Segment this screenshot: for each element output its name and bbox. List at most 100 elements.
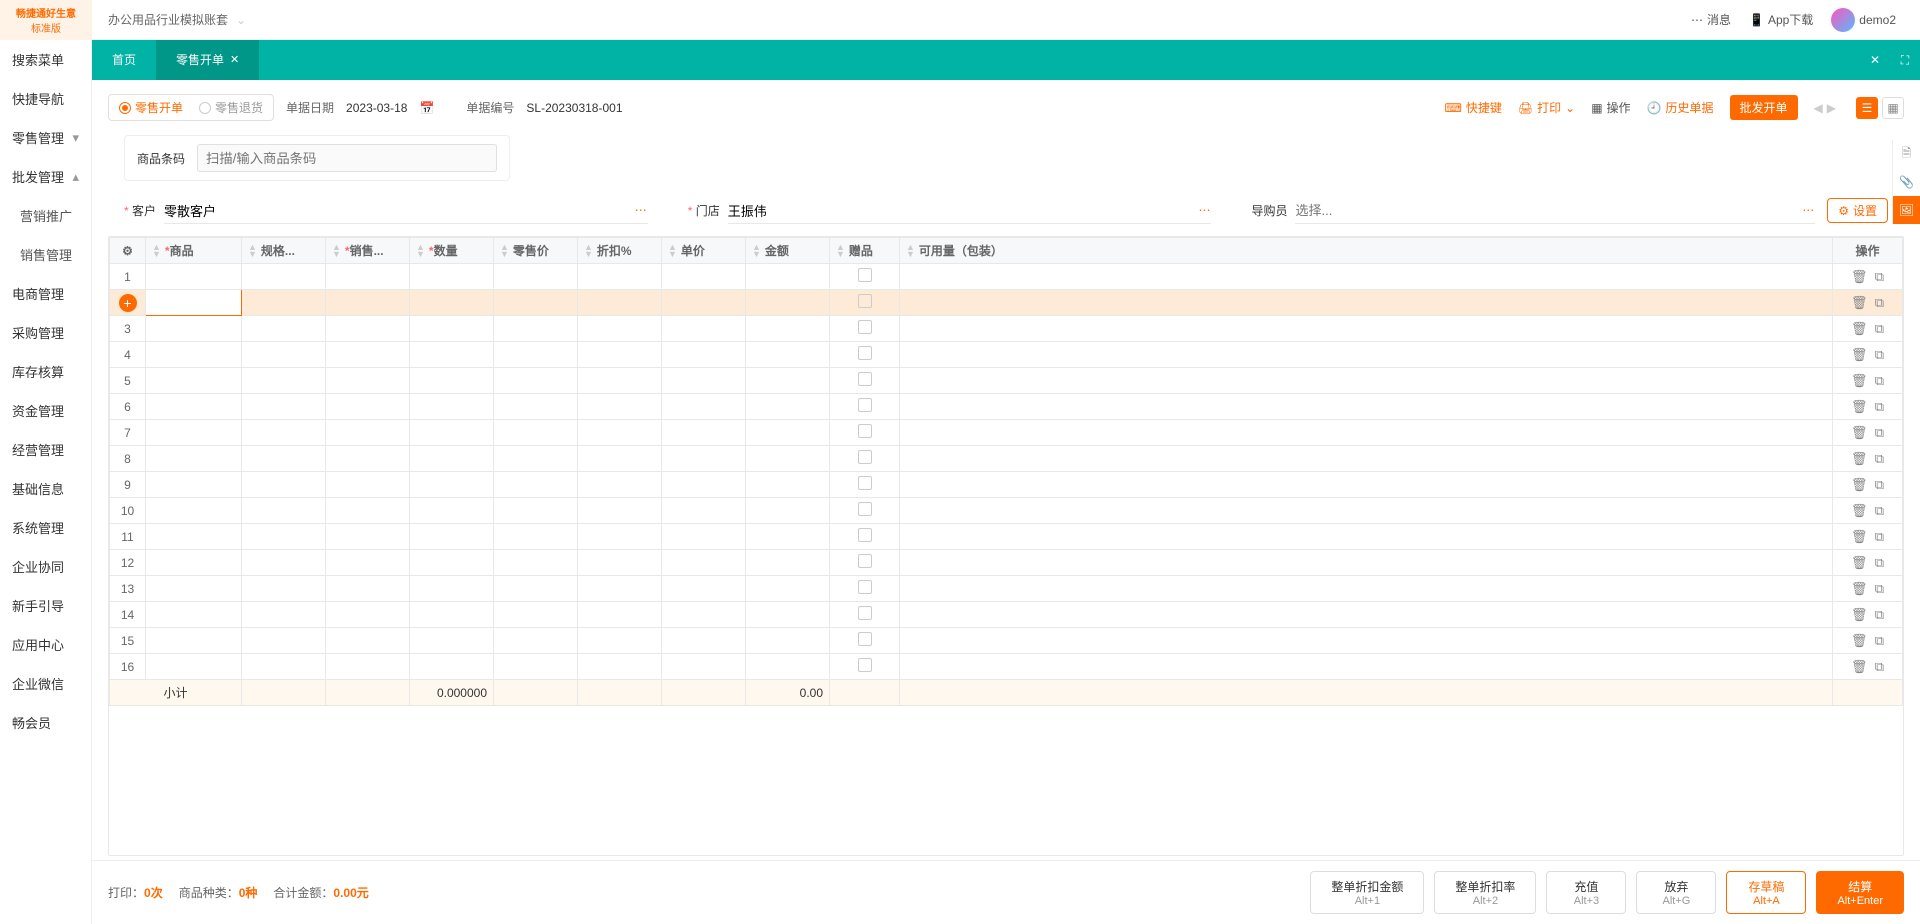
sidebar-item[interactable]: 资金管理	[0, 391, 91, 430]
gift-cell[interactable]	[830, 472, 900, 498]
product-cell[interactable]	[146, 576, 242, 602]
gift-cell[interactable]	[830, 654, 900, 680]
product-cell[interactable]	[146, 290, 242, 316]
data-cell[interactable]	[662, 654, 746, 680]
data-cell[interactable]	[410, 602, 494, 628]
data-cell[interactable]	[242, 524, 326, 550]
data-cell[interactable]	[410, 264, 494, 290]
data-cell[interactable]	[494, 550, 578, 576]
copy-icon[interactable]: ⧉	[1873, 295, 1886, 310]
data-cell[interactable]	[662, 524, 746, 550]
data-cell[interactable]	[746, 498, 830, 524]
data-cell[interactable]	[746, 654, 830, 680]
data-cell[interactable]	[662, 264, 746, 290]
abandon-button[interactable]: 放弃Alt+G	[1636, 871, 1716, 914]
sort-icon[interactable]: ▲▼	[584, 244, 593, 258]
sidebar-item[interactable]: 采购管理	[0, 313, 91, 352]
available-cell[interactable]	[900, 472, 1833, 498]
prev-icon[interactable]: ◀	[1814, 101, 1823, 115]
delete-icon[interactable]: 🗑	[1849, 633, 1870, 648]
data-cell[interactable]	[578, 472, 662, 498]
data-cell[interactable]	[746, 602, 830, 628]
data-cell[interactable]	[578, 524, 662, 550]
discount-rate-button[interactable]: 整单折扣率Alt+2	[1434, 871, 1536, 914]
gift-cell[interactable]	[830, 368, 900, 394]
data-cell[interactable]	[326, 316, 410, 342]
tab-close-button[interactable]: ✕	[1860, 40, 1890, 80]
gift-cell[interactable]	[830, 628, 900, 654]
data-cell[interactable]	[662, 628, 746, 654]
checkbox-icon[interactable]	[858, 320, 872, 334]
checkbox-icon[interactable]	[858, 424, 872, 438]
sidebar-item[interactable]: 基础信息	[0, 469, 91, 508]
data-cell[interactable]	[746, 368, 830, 394]
data-cell[interactable]	[326, 290, 410, 316]
data-cell[interactable]	[578, 628, 662, 654]
data-cell[interactable]	[494, 498, 578, 524]
sort-icon[interactable]: ▲▼	[152, 244, 161, 258]
copy-icon[interactable]: ⧉	[1873, 555, 1886, 570]
copy-icon[interactable]: ⧉	[1873, 399, 1886, 414]
data-cell[interactable]	[242, 368, 326, 394]
data-cell[interactable]	[578, 264, 662, 290]
print-button[interactable]: 🖨打印⌄	[1518, 99, 1575, 116]
data-cell[interactable]	[410, 420, 494, 446]
gift-cell[interactable]	[830, 446, 900, 472]
data-cell[interactable]	[242, 576, 326, 602]
discount-amount-button[interactable]: 整单折扣金额Alt+1	[1310, 871, 1424, 914]
sidebar-item[interactable]: 库存核算	[0, 352, 91, 391]
data-cell[interactable]	[578, 342, 662, 368]
copy-icon[interactable]: ⧉	[1873, 451, 1886, 466]
delete-icon[interactable]: 🗑	[1849, 425, 1870, 440]
data-cell[interactable]	[746, 420, 830, 446]
data-cell[interactable]	[326, 602, 410, 628]
gift-cell[interactable]	[830, 602, 900, 628]
data-cell[interactable]	[662, 550, 746, 576]
copy-icon[interactable]: ⧉	[1873, 503, 1886, 518]
data-cell[interactable]	[662, 498, 746, 524]
sidebar-item[interactable]: 新手引导	[0, 586, 91, 625]
data-cell[interactable]	[662, 342, 746, 368]
data-cell[interactable]	[578, 368, 662, 394]
data-cell[interactable]	[494, 602, 578, 628]
sort-icon[interactable]: ▲▼	[752, 244, 761, 258]
product-cell[interactable]	[146, 550, 242, 576]
sort-icon[interactable]: ▲▼	[500, 244, 509, 258]
delete-icon[interactable]: 🗑	[1849, 373, 1870, 388]
delete-icon[interactable]: 🗑	[1849, 269, 1870, 284]
data-cell[interactable]	[410, 654, 494, 680]
date-value[interactable]: 2023-03-18	[346, 101, 407, 115]
data-cell[interactable]	[494, 264, 578, 290]
column-header[interactable]: ▲▼赠品	[830, 238, 900, 264]
copy-icon[interactable]: ⧉	[1873, 659, 1886, 674]
available-cell[interactable]	[900, 550, 1833, 576]
checkbox-icon[interactable]	[858, 658, 872, 672]
sidebar-item[interactable]: 经营管理	[0, 430, 91, 469]
store-field[interactable]: ⋯	[728, 197, 1212, 224]
barcode-input[interactable]	[197, 144, 497, 172]
data-cell[interactable]	[746, 342, 830, 368]
card-view-button[interactable]: ▦	[1882, 97, 1904, 119]
attachment-icon[interactable]: 📎	[1892, 168, 1920, 196]
available-cell[interactable]	[900, 654, 1833, 680]
available-cell[interactable]	[900, 628, 1833, 654]
gift-cell[interactable]	[830, 498, 900, 524]
tab-home[interactable]: 首页	[92, 40, 156, 80]
delete-icon[interactable]: 🗑	[1849, 529, 1870, 544]
gift-cell[interactable]	[830, 394, 900, 420]
customer-field[interactable]: ⋯	[164, 197, 648, 224]
data-cell[interactable]	[746, 264, 830, 290]
data-cell[interactable]	[494, 420, 578, 446]
copy-icon[interactable]: ⧉	[1873, 269, 1886, 284]
more-icon[interactable]: ⋯	[1198, 203, 1211, 217]
copy-icon[interactable]: ⧉	[1873, 477, 1886, 492]
store-input[interactable]	[728, 197, 1199, 223]
data-cell[interactable]	[242, 498, 326, 524]
copy-icon[interactable]: ⧉	[1873, 633, 1886, 648]
data-cell[interactable]	[242, 290, 326, 316]
checkbox-icon[interactable]	[858, 398, 872, 412]
delete-icon[interactable]: 🗑	[1849, 321, 1870, 336]
shortcut-button[interactable]: ⌨快捷键	[1445, 99, 1502, 116]
column-header[interactable]: 操作	[1833, 238, 1903, 264]
tab-retail-order[interactable]: 零售开单✕	[156, 40, 259, 80]
